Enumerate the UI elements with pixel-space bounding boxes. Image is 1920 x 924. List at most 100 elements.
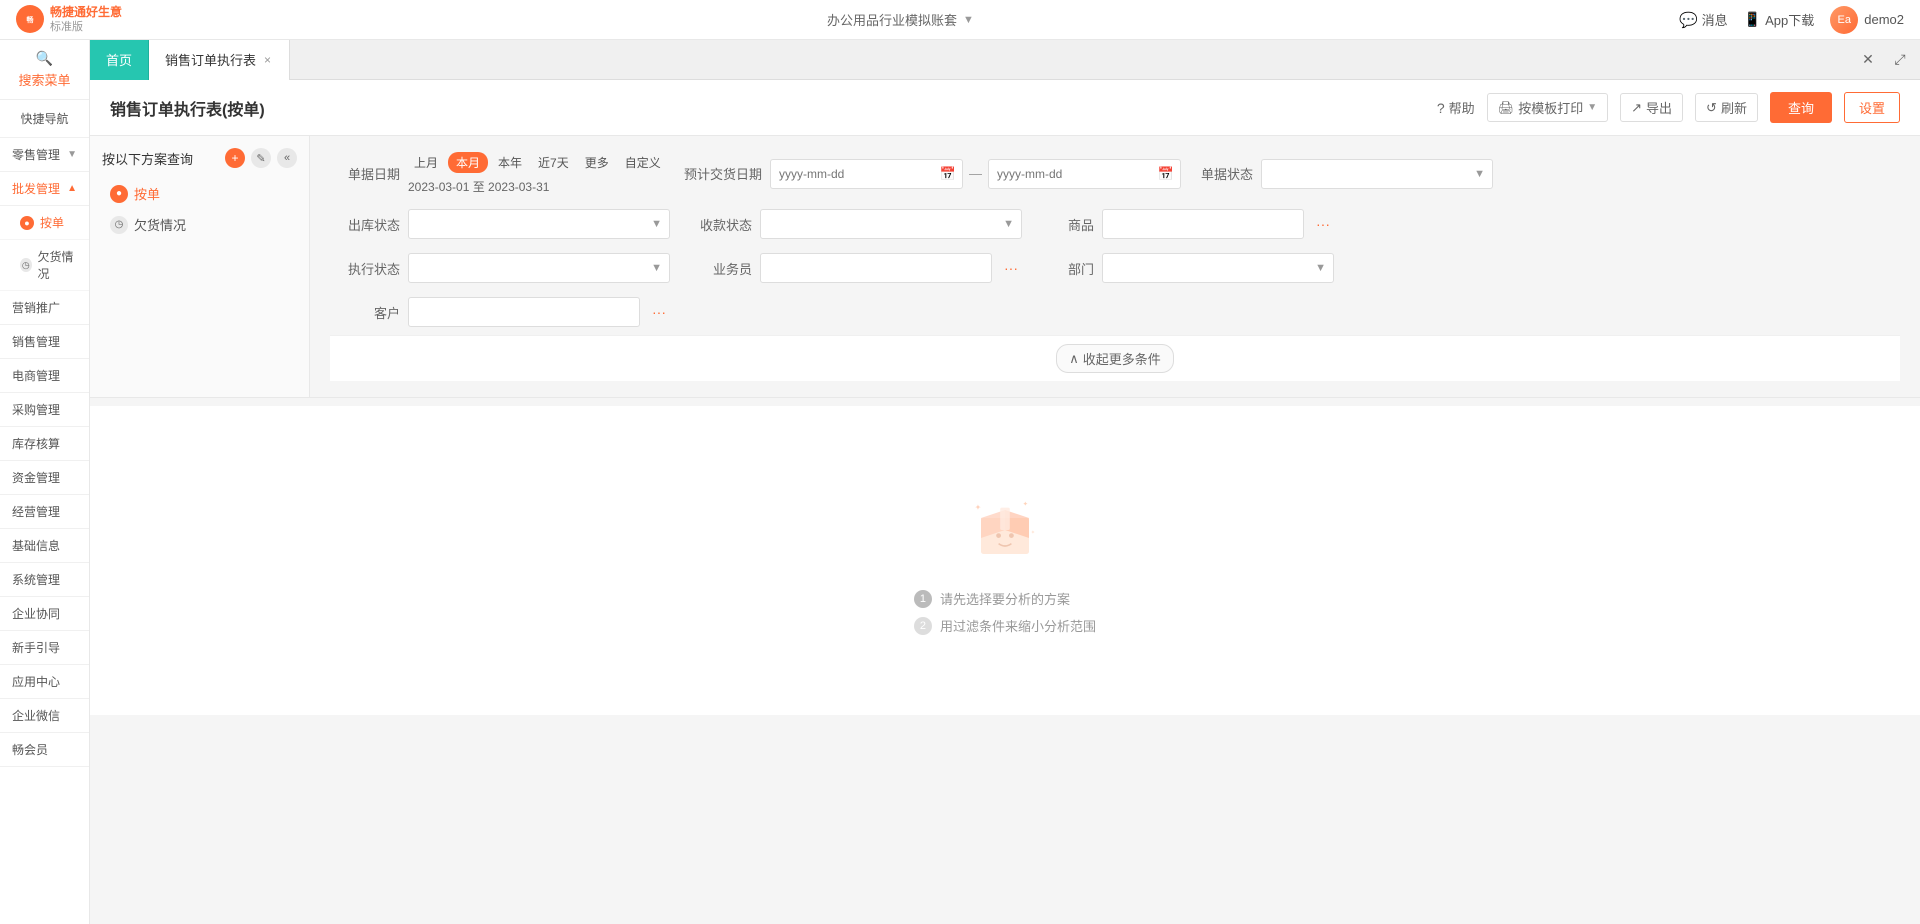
print-dropdown-icon: ▼ xyxy=(1587,102,1597,113)
refresh-btn[interactable]: ↺ 刷新 xyxy=(1695,93,1758,122)
salesperson-label: 业务员 xyxy=(682,259,752,278)
dropdown-icon[interactable]: ▼ xyxy=(963,14,974,26)
sidebar-item-system[interactable]: 系统管理 xyxy=(0,563,89,597)
sidebar-search[interactable]: 🔍 搜索菜单 xyxy=(0,40,89,100)
tab-home[interactable]: 首页 xyxy=(90,40,149,80)
execution-status-select[interactable] xyxy=(408,253,670,283)
payment-status-wrapper: ▼ xyxy=(760,209,1022,239)
filter-delivery-status: 出库状态 ▼ xyxy=(330,209,670,239)
sidebar-item-newbie[interactable]: 新手引导 xyxy=(0,631,89,665)
expected-date-label: 预计交货日期 xyxy=(682,164,762,183)
tab-active[interactable]: 销售订单执行表 × xyxy=(149,40,290,80)
department-select[interactable] xyxy=(1102,253,1334,283)
department-wrapper: ▼ xyxy=(1102,253,1334,283)
query-btn[interactable]: 查询 xyxy=(1770,92,1832,123)
collapse-btn[interactable]: ∧ 收起更多条件 xyxy=(1056,344,1174,373)
date-tab-more[interactable]: 更多 xyxy=(579,152,615,173)
scheme-collapse-btn[interactable]: « xyxy=(277,148,297,168)
date-start-input[interactable] xyxy=(770,159,963,189)
doc-status-select[interactable] xyxy=(1261,159,1493,189)
filter-row-3: 执行状态 ▼ 业务员 ··· 部门 xyxy=(330,253,1900,283)
goods-input[interactable] xyxy=(1102,209,1304,239)
page-header: 销售订单执行表(按单) ? 帮助 🖨 按模板打印 ▼ ↗ 导出 xyxy=(90,80,1920,136)
svg-text:畅: 畅 xyxy=(27,15,34,24)
execution-status-label: 执行状态 xyxy=(330,259,400,278)
date-tab-last-month[interactable]: 上月 xyxy=(408,152,444,173)
export-icon: ↗ xyxy=(1631,100,1642,116)
sidebar-quick-nav[interactable]: 快捷导航 xyxy=(0,100,89,138)
scheme-panel: 按以下方案查询 + ✎ « ● 按单 ◷ 欠货情况 xyxy=(90,136,310,397)
sidebar-item-retail[interactable]: 零售管理 ▼ xyxy=(0,138,89,172)
scheme-item-order[interactable]: ● 按单 xyxy=(102,178,297,209)
export-btn[interactable]: ↗ 导出 xyxy=(1620,93,1683,122)
account-selector[interactable]: 办公用品行业模拟账套 ▼ xyxy=(827,10,974,29)
customer-label: 客户 xyxy=(330,303,400,322)
date-tab-this-year[interactable]: 本年 xyxy=(492,152,528,173)
customer-dots-btn[interactable]: ··· xyxy=(648,304,670,320)
empty-icon: ✦ ✦ ✦ xyxy=(965,486,1045,569)
calendar-end-icon[interactable]: 📅 xyxy=(1158,166,1174,182)
quick-nav-label: 快捷导航 xyxy=(20,110,68,127)
date-end-input[interactable] xyxy=(988,159,1181,189)
logo-area: 畅 畅捷通好生意 标准版 xyxy=(16,5,122,35)
sidebar-item-wholesale[interactable]: 批发管理 ▲ xyxy=(0,172,89,206)
message-btn[interactable]: 💬 消息 xyxy=(1679,10,1728,29)
step1-num: 1 xyxy=(914,590,932,608)
scheme-panel-title: 按以下方案查询 xyxy=(102,149,193,168)
sidebar-item-basic[interactable]: 基础信息 xyxy=(0,529,89,563)
sidebar-item-inventory[interactable]: 库存核算 xyxy=(0,427,89,461)
sidebar-item-operations[interactable]: 经营管理 xyxy=(0,495,89,529)
template-print-btn[interactable]: 🖨 按模板打印 ▼ xyxy=(1487,93,1608,122)
date-tab-last7[interactable]: 近7天 xyxy=(532,152,575,173)
filter-customer: 客户 ··· xyxy=(330,297,670,327)
sidebar-item-marketing[interactable]: 营销推广 xyxy=(0,291,89,325)
sidebar-sub-item-debt[interactable]: ◷ 欠货情况 xyxy=(0,240,89,291)
scheme-order-icon: ● xyxy=(110,185,128,203)
search-label: 搜索菜单 xyxy=(18,70,70,89)
goods-label: 商品 xyxy=(1034,215,1094,234)
window-maximize-btn[interactable]: ⤢ xyxy=(1888,48,1912,72)
scheme-item-arrears[interactable]: ◷ 欠货情况 xyxy=(102,209,297,240)
tab-close-icon[interactable]: × xyxy=(262,51,273,69)
date-end-wrapper: 📅 xyxy=(988,159,1181,189)
scheme-edit-btn[interactable]: ✎ xyxy=(251,148,271,168)
sidebar-item-appstore[interactable]: 应用中心 xyxy=(0,665,89,699)
delivery-status-wrapper: ▼ xyxy=(408,209,670,239)
user-name: demo2 xyxy=(1864,12,1904,27)
sidebar-item-enterprise[interactable]: 企业协同 xyxy=(0,597,89,631)
delivery-status-select[interactable] xyxy=(408,209,670,239)
help-icon: ? xyxy=(1437,100,1445,116)
department-label: 部门 xyxy=(1034,259,1094,278)
step2-text: 用过滤条件来缩小分析范围 xyxy=(940,616,1096,635)
customer-input[interactable] xyxy=(408,297,640,327)
sidebar-item-purchase[interactable]: 采购管理 xyxy=(0,393,89,427)
empty-step-2: 2 用过滤条件来缩小分析范围 xyxy=(914,616,1096,635)
goods-dots-btn[interactable]: ··· xyxy=(1312,216,1334,232)
sidebar-item-sales[interactable]: 销售管理 xyxy=(0,325,89,359)
filter-body: 按以下方案查询 + ✎ « ● 按单 ◷ 欠货情况 xyxy=(90,136,1920,398)
sidebar: 🔍 搜索菜单 快捷导航 零售管理 ▼ 批发管理 ▲ ● 按单 ◷ 欠货情况 营销… xyxy=(0,40,90,924)
user-area[interactable]: Ea demo2 xyxy=(1830,6,1904,34)
settings-btn[interactable]: 设置 xyxy=(1844,92,1900,123)
filter-row-1: 单据日期 上月 本月 本年 近7天 更多 自定义 20 xyxy=(330,152,1900,195)
date-tab-this-month[interactable]: 本月 xyxy=(448,152,488,173)
help-btn[interactable]: ? 帮助 xyxy=(1437,98,1475,117)
sidebar-item-wechat[interactable]: 企业微信 xyxy=(0,699,89,733)
salesperson-input[interactable] xyxy=(760,253,992,283)
debt-icon: ◷ xyxy=(20,258,32,272)
sidebar-sub-item-order[interactable]: ● 按单 xyxy=(0,206,89,240)
window-close-btn[interactable]: ✕ xyxy=(1856,48,1880,72)
sidebar-item-member[interactable]: 畅会员 xyxy=(0,733,89,767)
payment-status-select[interactable] xyxy=(760,209,1022,239)
user-avatar: Ea xyxy=(1830,6,1858,34)
date-tab-custom[interactable]: 自定义 xyxy=(619,152,667,173)
empty-state: ✦ ✦ ✦ 1 请先选择要分析的方案 2 xyxy=(90,406,1920,715)
salesperson-dots-btn[interactable]: ··· xyxy=(1000,260,1022,276)
app-download-btn[interactable]: 📱 App下载 xyxy=(1744,10,1815,29)
date-range-group: 📅 — 📅 xyxy=(770,159,1181,189)
scheme-add-btn[interactable]: + xyxy=(225,148,245,168)
filter-row-4: 客户 ··· xyxy=(330,297,1900,327)
sidebar-item-finance[interactable]: 资金管理 xyxy=(0,461,89,495)
sidebar-item-ecommerce[interactable]: 电商管理 xyxy=(0,359,89,393)
calendar-start-icon[interactable]: 📅 xyxy=(940,166,956,182)
